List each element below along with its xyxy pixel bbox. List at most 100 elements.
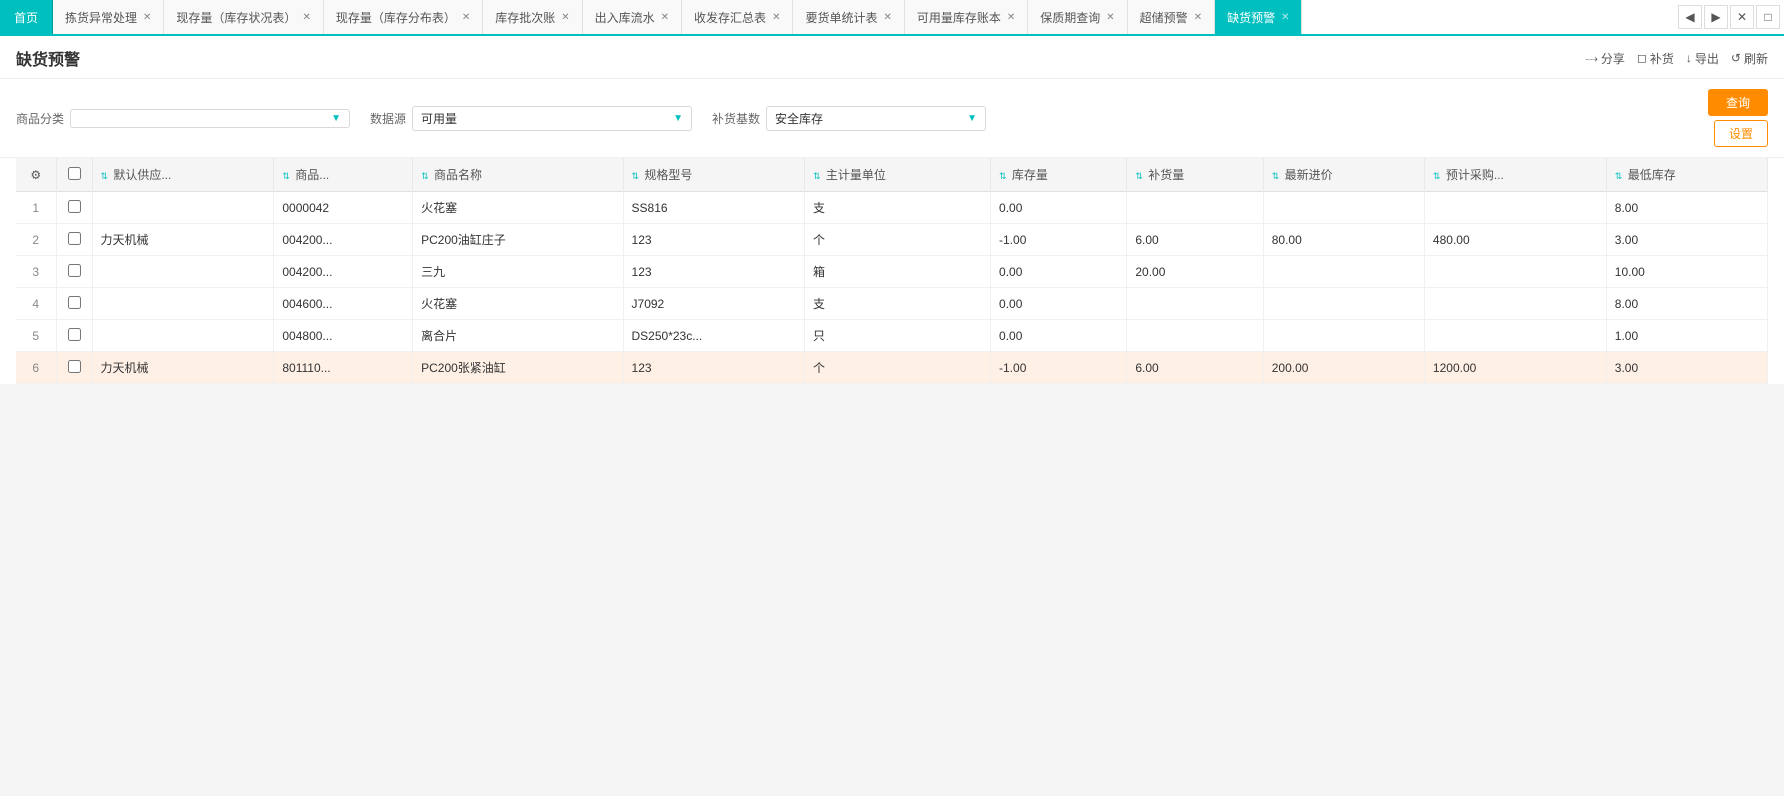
- select-all-checkbox[interactable]: [68, 167, 81, 180]
- table-row: 1 0000042 火花塞 SS816 支 0.00 8.00: [16, 192, 1768, 224]
- tab-stock-status[interactable]: 现存量（库存状况表） ✕: [164, 0, 323, 34]
- row-checkbox-2[interactable]: [56, 224, 92, 256]
- table-row: 5 004800... 离合片 DS250*23c... 只 0.00 1.00: [16, 320, 1768, 352]
- row-checkbox-5[interactable]: [56, 320, 92, 352]
- data-table: ⚙ ⇅ 默认供应... ⇅ 商品... ⇅ 商品名称: [16, 158, 1768, 384]
- row-estimated-purchase-3: [1424, 256, 1606, 288]
- column-stock-label: 库存量: [1012, 168, 1048, 182]
- row-unit-2: 个: [805, 224, 991, 256]
- tab-order-stats[interactable]: 要货单统计表✕: [793, 0, 904, 34]
- tab-shortage[interactable]: 缺货预警✕: [1215, 0, 1302, 34]
- row-goods-code-1: 0000042: [274, 192, 413, 224]
- column-stock[interactable]: ⇅ 库存量: [991, 158, 1127, 192]
- sort-replenish-icon: ⇅: [1135, 171, 1143, 181]
- share-action[interactable]: ⤏ 分享: [1585, 50, 1625, 67]
- tab-close-available-ledger[interactable]: ✕: [1007, 12, 1015, 23]
- tab-batch-account[interactable]: 库存批次账✕: [483, 0, 582, 34]
- row-number-6: 6: [16, 352, 56, 384]
- tab-bar: 首页 拣货异常处理✕现存量（库存状况表）✕现存量（库存分布表）✕库存批次账✕出入…: [0, 0, 1784, 36]
- row-select-5[interactable]: [68, 328, 81, 341]
- row-select-4[interactable]: [68, 296, 81, 309]
- replenish-base-arrow-icon: ▼: [967, 113, 977, 124]
- replenish-action[interactable]: ◻ 补货: [1637, 50, 1674, 67]
- tab-prev-button[interactable]: ◀: [1678, 5, 1702, 29]
- column-replenish-qty[interactable]: ⇅ 补货量: [1127, 158, 1263, 192]
- datasource-label: 数据源: [370, 110, 406, 127]
- replenish-base-select[interactable]: 安全库存 ▼: [766, 106, 986, 131]
- tab-close-inout-flow[interactable]: ✕: [661, 12, 669, 23]
- column-min-stock[interactable]: ⇅ 最低库存: [1606, 158, 1767, 192]
- row-replenish-qty-4: [1127, 288, 1263, 320]
- tab-available-ledger[interactable]: 可用量库存账本✕: [905, 0, 1028, 34]
- row-goods-name-6: PC200张紧油缸: [413, 352, 623, 384]
- column-spec[interactable]: ⇅ 规格型号: [623, 158, 804, 192]
- row-stock-6: -1.00: [991, 352, 1127, 384]
- column-latest-price[interactable]: ⇅ 最新进价: [1263, 158, 1424, 192]
- tab-maximize-button[interactable]: □: [1756, 5, 1780, 29]
- tab-stock-dist[interactable]: 现存量（库存分布表）✕: [324, 0, 483, 34]
- row-supplier-3: [92, 256, 274, 288]
- row-select-2[interactable]: [68, 232, 81, 245]
- row-replenish-qty-5: [1127, 320, 1263, 352]
- row-select-6[interactable]: [68, 360, 81, 373]
- column-checkbox-all[interactable]: [56, 158, 92, 192]
- tab-close-stock-status[interactable]: ✕: [302, 12, 310, 23]
- row-checkbox-1[interactable]: [56, 192, 92, 224]
- row-estimated-purchase-4: [1424, 288, 1606, 320]
- row-estimated-purchase-5: [1424, 320, 1606, 352]
- column-settings[interactable]: ⚙: [16, 158, 56, 192]
- tab-inout-flow[interactable]: 出入库流水✕: [583, 0, 682, 34]
- query-button[interactable]: 查询: [1708, 89, 1768, 116]
- row-number-5: 5: [16, 320, 56, 352]
- tab-close-overstock[interactable]: ✕: [1194, 12, 1202, 23]
- row-unit-3: 箱: [805, 256, 991, 288]
- tab-close-expiry-query[interactable]: ✕: [1106, 12, 1114, 23]
- datasource-select[interactable]: 可用量 ▼: [412, 106, 692, 131]
- row-checkbox-4[interactable]: [56, 288, 92, 320]
- row-number-3: 3: [16, 256, 56, 288]
- tab-close-stock-dist[interactable]: ✕: [462, 12, 470, 23]
- column-unit[interactable]: ⇅ 主计量单位: [805, 158, 991, 192]
- row-select-3[interactable]: [68, 264, 81, 277]
- tab-close-abnormal[interactable]: ✕: [143, 12, 151, 23]
- tab-expiry-query[interactable]: 保质期查询✕: [1028, 0, 1127, 34]
- row-goods-name-4: 火花塞: [413, 288, 623, 320]
- row-checkbox-3[interactable]: [56, 256, 92, 288]
- row-unit-6: 个: [805, 352, 991, 384]
- row-spec-5: DS250*23c...: [623, 320, 804, 352]
- category-select[interactable]: ▼: [70, 109, 350, 128]
- tab-next-button[interactable]: ▶: [1704, 5, 1728, 29]
- column-goods-name[interactable]: ⇅ 商品名称: [413, 158, 623, 192]
- tab-close-order-stats[interactable]: ✕: [883, 12, 891, 23]
- row-number-2: 2: [16, 224, 56, 256]
- tab-overstock[interactable]: 超储预警✕: [1128, 0, 1215, 34]
- tab-close-collect-summary[interactable]: ✕: [772, 12, 780, 23]
- row-stock-3: 0.00: [991, 256, 1127, 288]
- tab-abnormal[interactable]: 拣货异常处理✕: [53, 0, 164, 34]
- column-goods-code[interactable]: ⇅ 商品...: [274, 158, 413, 192]
- column-min-stock-label: 最低库存: [1628, 168, 1676, 182]
- column-estimated-purchase[interactable]: ⇅ 预计采购...: [1424, 158, 1606, 192]
- tab-close-all-button[interactable]: ✕: [1730, 5, 1754, 29]
- tab-collect-summary[interactable]: 收发存汇总表✕: [682, 0, 793, 34]
- row-unit-1: 支: [805, 192, 991, 224]
- export-action[interactable]: ↓ 导出: [1686, 50, 1719, 67]
- row-stock-1: 0.00: [991, 192, 1127, 224]
- row-spec-4: J7092: [623, 288, 804, 320]
- row-goods-name-5: 离合片: [413, 320, 623, 352]
- column-supplier[interactable]: ⇅ 默认供应...: [92, 158, 274, 192]
- row-spec-2: 123: [623, 224, 804, 256]
- filter-right-buttons: 查询 设置: [1708, 89, 1768, 147]
- tab-label-stock-status: 现存量（库存状况表）: [176, 9, 296, 26]
- sort-price-icon: ⇅: [1272, 171, 1280, 181]
- tab-close-shortage[interactable]: ✕: [1281, 12, 1289, 23]
- row-select-1[interactable]: [68, 200, 81, 213]
- tab-home[interactable]: 首页: [0, 0, 53, 34]
- category-filter-group: 商品分类 ▼: [16, 109, 350, 128]
- row-checkbox-6[interactable]: [56, 352, 92, 384]
- table-container: ⚙ ⇅ 默认供应... ⇅ 商品... ⇅ 商品名称: [0, 158, 1784, 384]
- table-row: 3 004200... 三九 123 箱 0.00 20.00 10.00: [16, 256, 1768, 288]
- tab-close-batch-account[interactable]: ✕: [561, 12, 569, 23]
- settings-button[interactable]: 设置: [1714, 120, 1768, 147]
- refresh-action[interactable]: ↺ 刷新: [1731, 50, 1768, 67]
